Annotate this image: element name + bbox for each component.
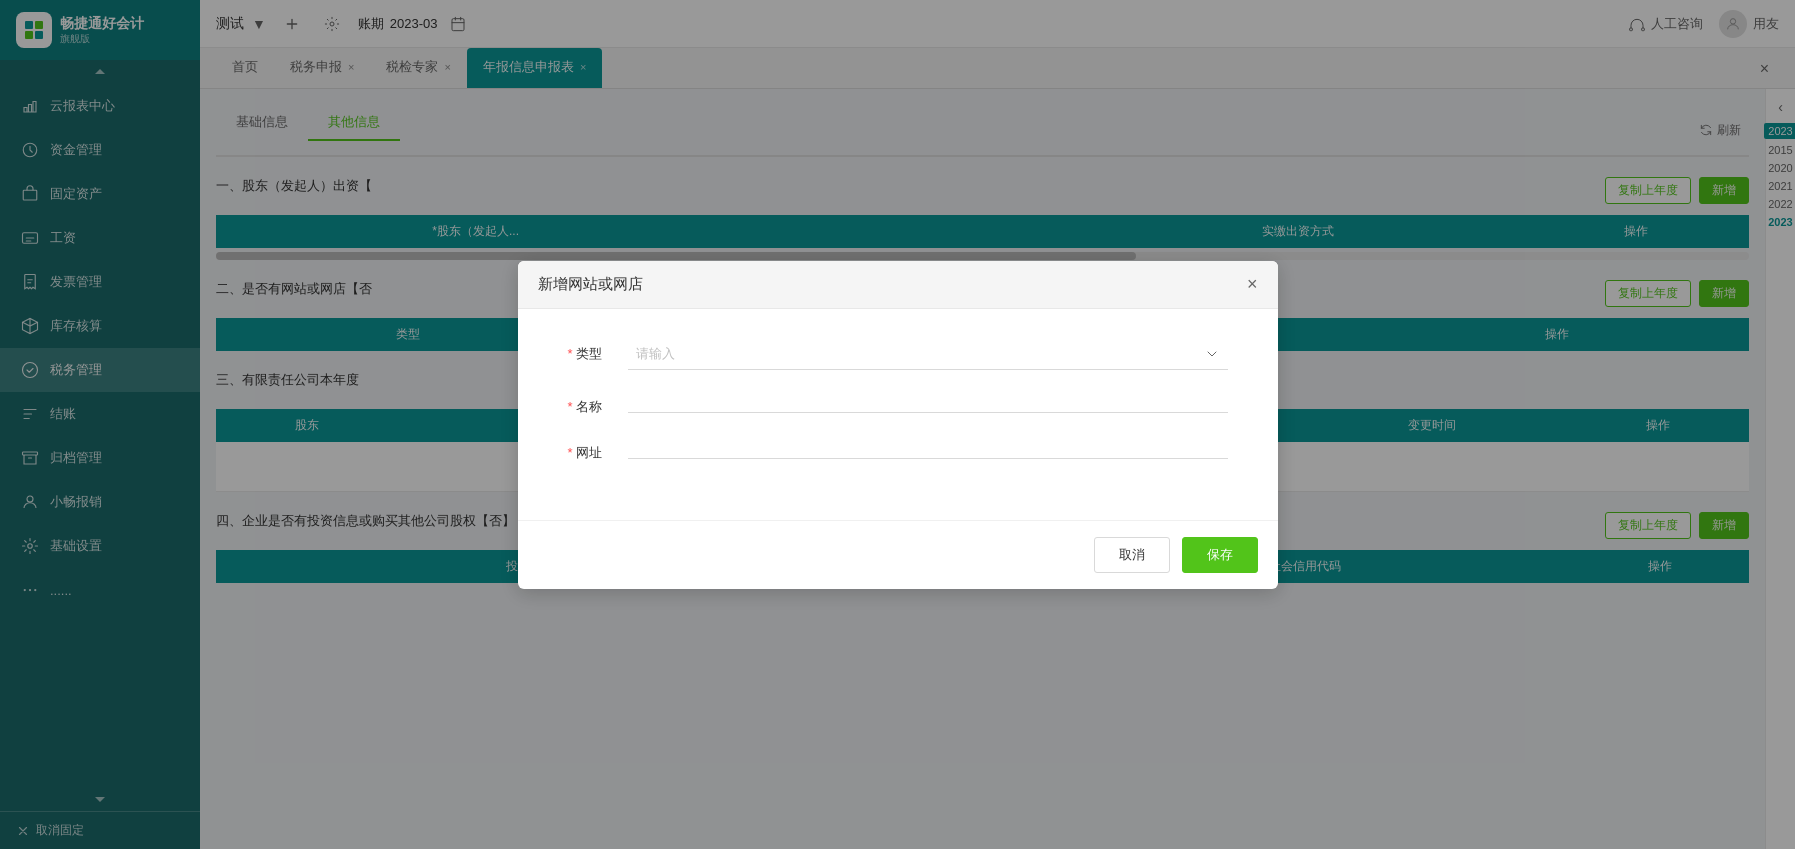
modal-close-icon[interactable]: × xyxy=(1247,275,1258,293)
form-row-url: * 网址 xyxy=(568,444,1228,462)
form-label-type: * 类型 xyxy=(568,345,628,363)
modal-title: 新增网站或网店 xyxy=(538,275,643,294)
modal-add-website: 新增网站或网店 × * 类型 请输入 * 名称 xyxy=(518,261,1278,589)
cancel-button[interactable]: 取消 xyxy=(1094,537,1170,573)
required-star-type: * xyxy=(568,346,573,361)
form-row-type: * 类型 请输入 xyxy=(568,339,1228,370)
modal-body: * 类型 请输入 * 名称 * 网址 xyxy=(518,309,1278,520)
save-button[interactable]: 保存 xyxy=(1182,537,1258,573)
type-placeholder: 请输入 xyxy=(636,345,675,363)
required-star-url: * xyxy=(568,445,573,460)
dropdown-arrow-icon xyxy=(1204,346,1220,362)
url-input-field[interactable] xyxy=(628,446,1228,459)
form-row-name: * 名称 xyxy=(568,398,1228,416)
required-star-name: * xyxy=(568,399,573,414)
type-select-field[interactable]: 请输入 xyxy=(628,339,1228,370)
form-label-name: * 名称 xyxy=(568,398,628,416)
form-label-url: * 网址 xyxy=(568,444,628,462)
modal-footer: 取消 保存 xyxy=(518,520,1278,589)
modal-overlay[interactable]: 新增网站或网店 × * 类型 请输入 * 名称 xyxy=(0,0,1795,849)
modal-header: 新增网站或网店 × xyxy=(518,261,1278,309)
name-input-field[interactable] xyxy=(628,400,1228,413)
